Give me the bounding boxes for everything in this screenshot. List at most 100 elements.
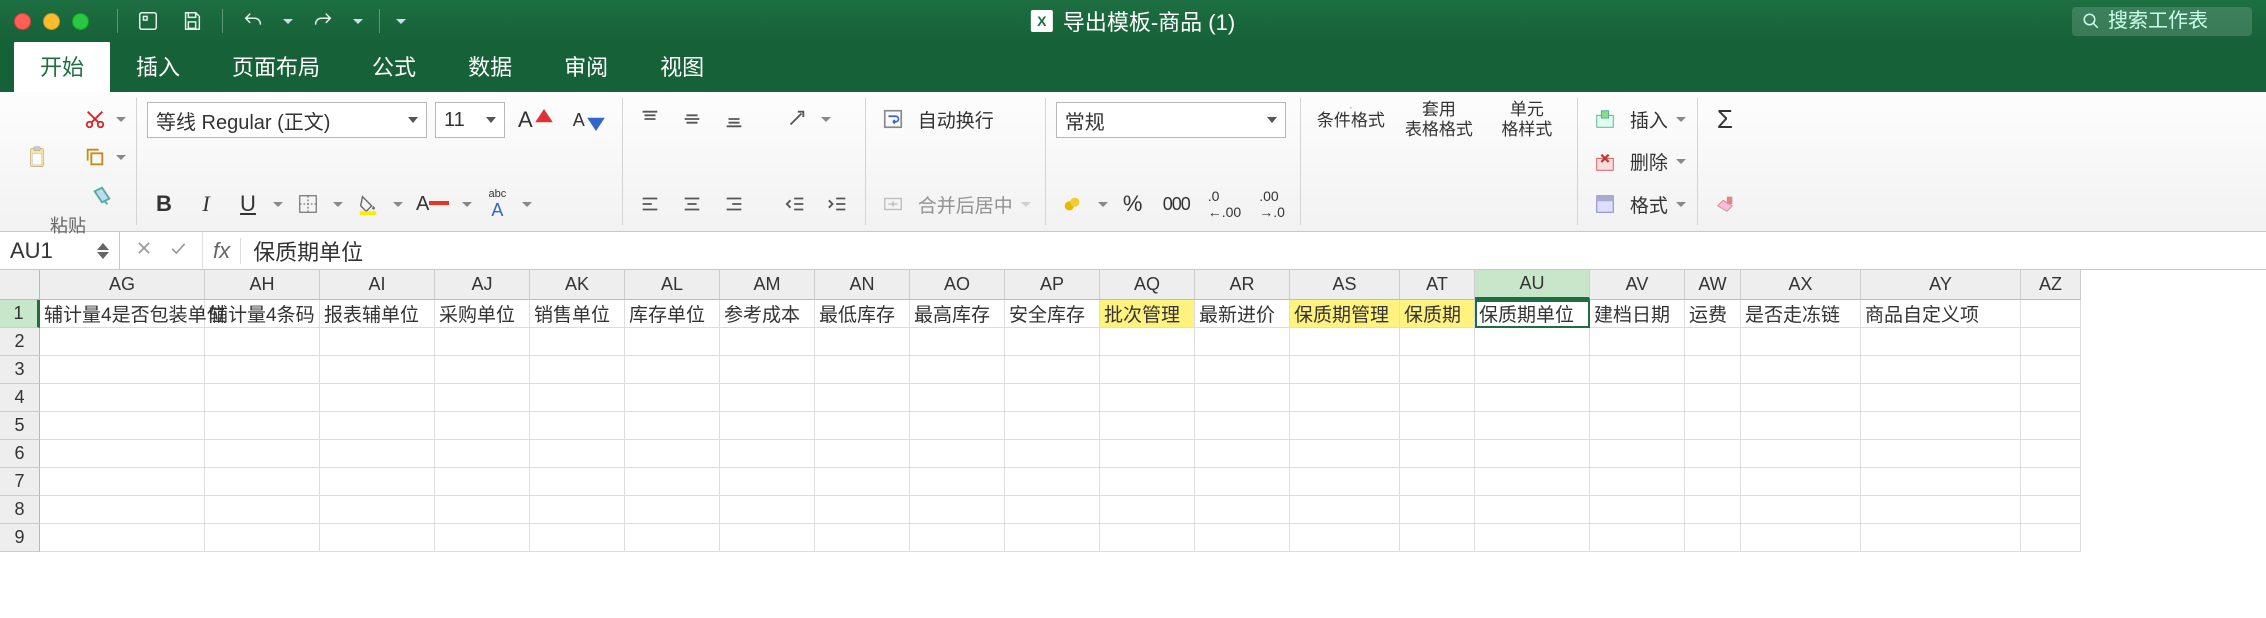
cell-styles-button[interactable]: 单元 格样式 [1487,102,1567,136]
tab-页面布局[interactable]: 页面布局 [206,40,346,92]
cell-AS8[interactable] [1290,496,1400,524]
cell-AG8[interactable] [40,496,205,524]
cell-AW6[interactable] [1685,440,1741,468]
orientation-dropdown-icon[interactable] [821,117,831,122]
tab-数据[interactable]: 数据 [442,40,538,92]
cell-AL2[interactable] [625,328,720,356]
merge-center-button[interactable] [876,187,910,221]
cell-AQ7[interactable] [1100,468,1195,496]
col-header-AI[interactable]: AI [320,270,435,300]
tab-审阅[interactable]: 审阅 [538,40,634,92]
underline-button[interactable]: U [231,187,265,221]
col-header-AH[interactable]: AH [205,270,320,300]
home-icon[interactable] [134,7,162,35]
cell-AQ2[interactable] [1100,328,1195,356]
cell-AJ9[interactable] [435,524,530,552]
column-headers[interactable]: AGAHAIAJAKALAMANAOAPAQARASATAUAVAWAXAYAZ [40,270,2081,300]
clear-button[interactable] [1708,187,1742,221]
cell-AS4[interactable] [1290,384,1400,412]
cell-AO2[interactable] [910,328,1005,356]
col-header-AZ[interactable]: AZ [2021,270,2081,300]
row-header-1[interactable]: 1 [0,300,40,328]
cell-AK2[interactable] [530,328,625,356]
cell-AM7[interactable] [720,468,815,496]
cell-AL3[interactable] [625,356,720,384]
tab-开始[interactable]: 开始 [14,40,110,92]
cell-AW7[interactable] [1685,468,1741,496]
cell-AN5[interactable] [815,412,910,440]
cell-AS2[interactable] [1290,328,1400,356]
cell-AL6[interactable] [625,440,720,468]
tab-插入[interactable]: 插入 [110,40,206,92]
cell-AJ4[interactable] [435,384,530,412]
cell-AR1[interactable]: 最新进价 [1195,300,1290,328]
underline-dropdown-icon[interactable] [273,202,283,207]
cell-AP3[interactable] [1005,356,1100,384]
cell-AT3[interactable] [1400,356,1475,384]
currency-dropdown-icon[interactable] [1098,202,1108,207]
cell-AR7[interactable] [1195,468,1290,496]
format-dropdown-icon[interactable] [1676,202,1686,207]
cell-AM5[interactable] [720,412,815,440]
undo-dropdown-icon[interactable] [283,19,293,24]
cell-AH9[interactable] [205,524,320,552]
cell-AO7[interactable] [910,468,1005,496]
cell-AN7[interactable] [815,468,910,496]
copy-dropdown-icon[interactable] [116,155,126,160]
cell-AK1[interactable]: 销售单位 [530,300,625,328]
cell-AN8[interactable] [815,496,910,524]
cell-AO9[interactable] [910,524,1005,552]
cell-AS9[interactable] [1290,524,1400,552]
cell-AU8[interactable] [1475,496,1590,524]
undo-icon[interactable] [239,7,267,35]
delete-dropdown-icon[interactable] [1676,159,1686,164]
col-header-AO[interactable]: AO [910,270,1005,300]
cell-AW3[interactable] [1685,356,1741,384]
cell-AS6[interactable] [1290,440,1400,468]
close-icon[interactable] [14,13,31,30]
cell-AP8[interactable] [1005,496,1100,524]
cell-AO5[interactable] [910,412,1005,440]
cell-AO6[interactable] [910,440,1005,468]
cell-AL5[interactable] [625,412,720,440]
cell-AY9[interactable] [1861,524,2021,552]
cell-AK6[interactable] [530,440,625,468]
cell-AQ8[interactable] [1100,496,1195,524]
currency-button[interactable] [1056,187,1090,221]
delete-cells-button[interactable] [1588,145,1622,179]
cell-AR9[interactable] [1195,524,1290,552]
qat-customize-icon[interactable] [396,19,406,24]
cell-AJ3[interactable] [435,356,530,384]
fx-label[interactable]: fx [213,238,241,264]
cell-AH2[interactable] [205,328,320,356]
cell-AH3[interactable] [205,356,320,384]
align-top-button[interactable] [633,102,667,136]
cell-AI3[interactable] [320,356,435,384]
cell-AG6[interactable] [40,440,205,468]
save-icon[interactable] [178,7,206,35]
cell-AS1[interactable]: 保质期管理 [1290,300,1400,328]
cell-AI1[interactable]: 报表辅单位 [320,300,435,328]
cell-AX8[interactable] [1741,496,1861,524]
col-header-AJ[interactable]: AJ [435,270,530,300]
cell-AT2[interactable] [1400,328,1475,356]
cell-AX7[interactable] [1741,468,1861,496]
search-box[interactable] [2072,7,2252,36]
cell-AV3[interactable] [1590,356,1685,384]
align-left-button[interactable] [633,187,667,221]
cell-AX1[interactable]: 是否走冻链 [1741,300,1861,328]
cell-AX9[interactable] [1741,524,1861,552]
cell-AR5[interactable] [1195,412,1290,440]
cell-AQ5[interactable] [1100,412,1195,440]
font-color-button[interactable]: A [411,187,454,221]
cell-AT9[interactable] [1400,524,1475,552]
row-header-4[interactable]: 4 [0,384,40,412]
cell-AP2[interactable] [1005,328,1100,356]
align-bottom-button[interactable] [717,102,751,136]
align-right-button[interactable] [717,187,751,221]
cell-AP4[interactable] [1005,384,1100,412]
cell-AV7[interactable] [1590,468,1685,496]
cell-AK4[interactable] [530,384,625,412]
format-cells-button[interactable] [1588,187,1622,221]
increase-font-button[interactable]: A [513,103,560,137]
